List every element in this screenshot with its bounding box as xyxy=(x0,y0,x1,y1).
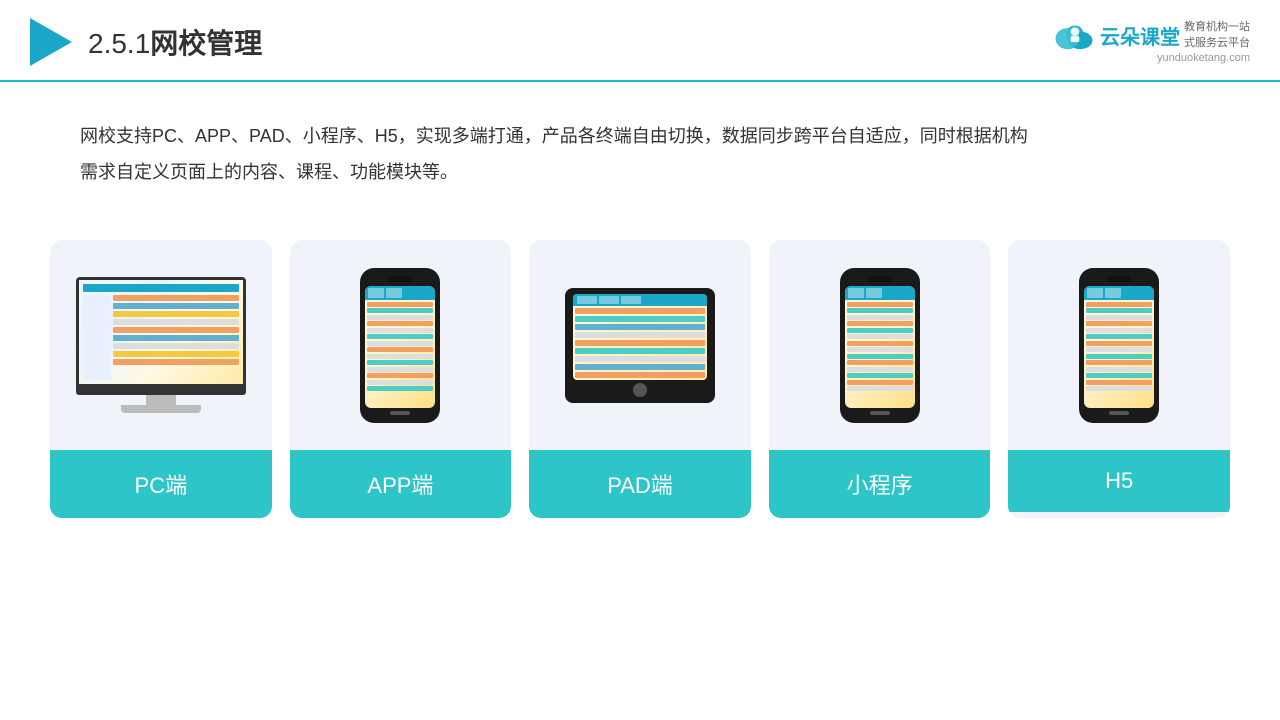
card-app: APP端 xyxy=(290,240,512,518)
card-h5: H5 xyxy=(1008,240,1230,518)
card-app-label: APP端 xyxy=(290,450,512,518)
card-pc: PC端 xyxy=(50,240,272,518)
logo-domain: yunduoketang.com xyxy=(1157,52,1250,64)
logo-top: 云朵课堂 教育机构一站 式服务云平台 xyxy=(1052,20,1250,51)
pc-screen xyxy=(76,277,246,387)
tablet-mockup xyxy=(565,288,715,403)
card-app-image xyxy=(290,240,512,450)
card-pc-image xyxy=(50,240,272,450)
card-miniprogram-image xyxy=(769,240,991,450)
logo-tagline: 教育机构一站 式服务云平台 xyxy=(1184,20,1250,51)
logo-area: 云朵课堂 教育机构一站 式服务云平台 yunduoketang.com xyxy=(1052,20,1250,64)
card-h5-label: H5 xyxy=(1008,450,1230,512)
card-pad-label: PAD端 xyxy=(529,450,751,518)
card-pad: PAD端 xyxy=(529,240,751,518)
card-miniprogram-label: 小程序 xyxy=(769,450,991,518)
pc-mockup xyxy=(76,277,246,413)
play-icon xyxy=(30,18,72,66)
header: 2.5.1网校管理 云朵课堂 教育机构一站 式服务云平台 yunduoketan… xyxy=(0,0,1280,82)
header-left: 2.5.1网校管理 xyxy=(30,18,262,66)
phone-mockup-h5 xyxy=(1079,268,1159,423)
card-h5-image xyxy=(1008,240,1230,450)
phone-mockup-mini xyxy=(840,268,920,423)
description-line1: 网校支持PC、APP、PAD、小程序、H5，实现多端打通，产品各终端自由切换，数… xyxy=(80,118,1200,154)
phone-mockup-app xyxy=(360,268,440,423)
description-line2: 需求自定义页面上的内容、课程、功能模块等。 xyxy=(80,154,1200,190)
card-pad-image xyxy=(529,240,751,450)
cards-container: PC端 xyxy=(0,200,1280,518)
card-pc-label: PC端 xyxy=(50,450,272,518)
card-miniprogram: 小程序 xyxy=(769,240,991,518)
description: 网校支持PC、APP、PAD、小程序、H5，实现多端打通，产品各终端自由切换，数… xyxy=(0,82,1280,190)
cloud-icon xyxy=(1052,21,1096,51)
logo-name: 云朵课堂 xyxy=(1100,21,1180,50)
page-title: 2.5.1网校管理 xyxy=(88,22,262,62)
